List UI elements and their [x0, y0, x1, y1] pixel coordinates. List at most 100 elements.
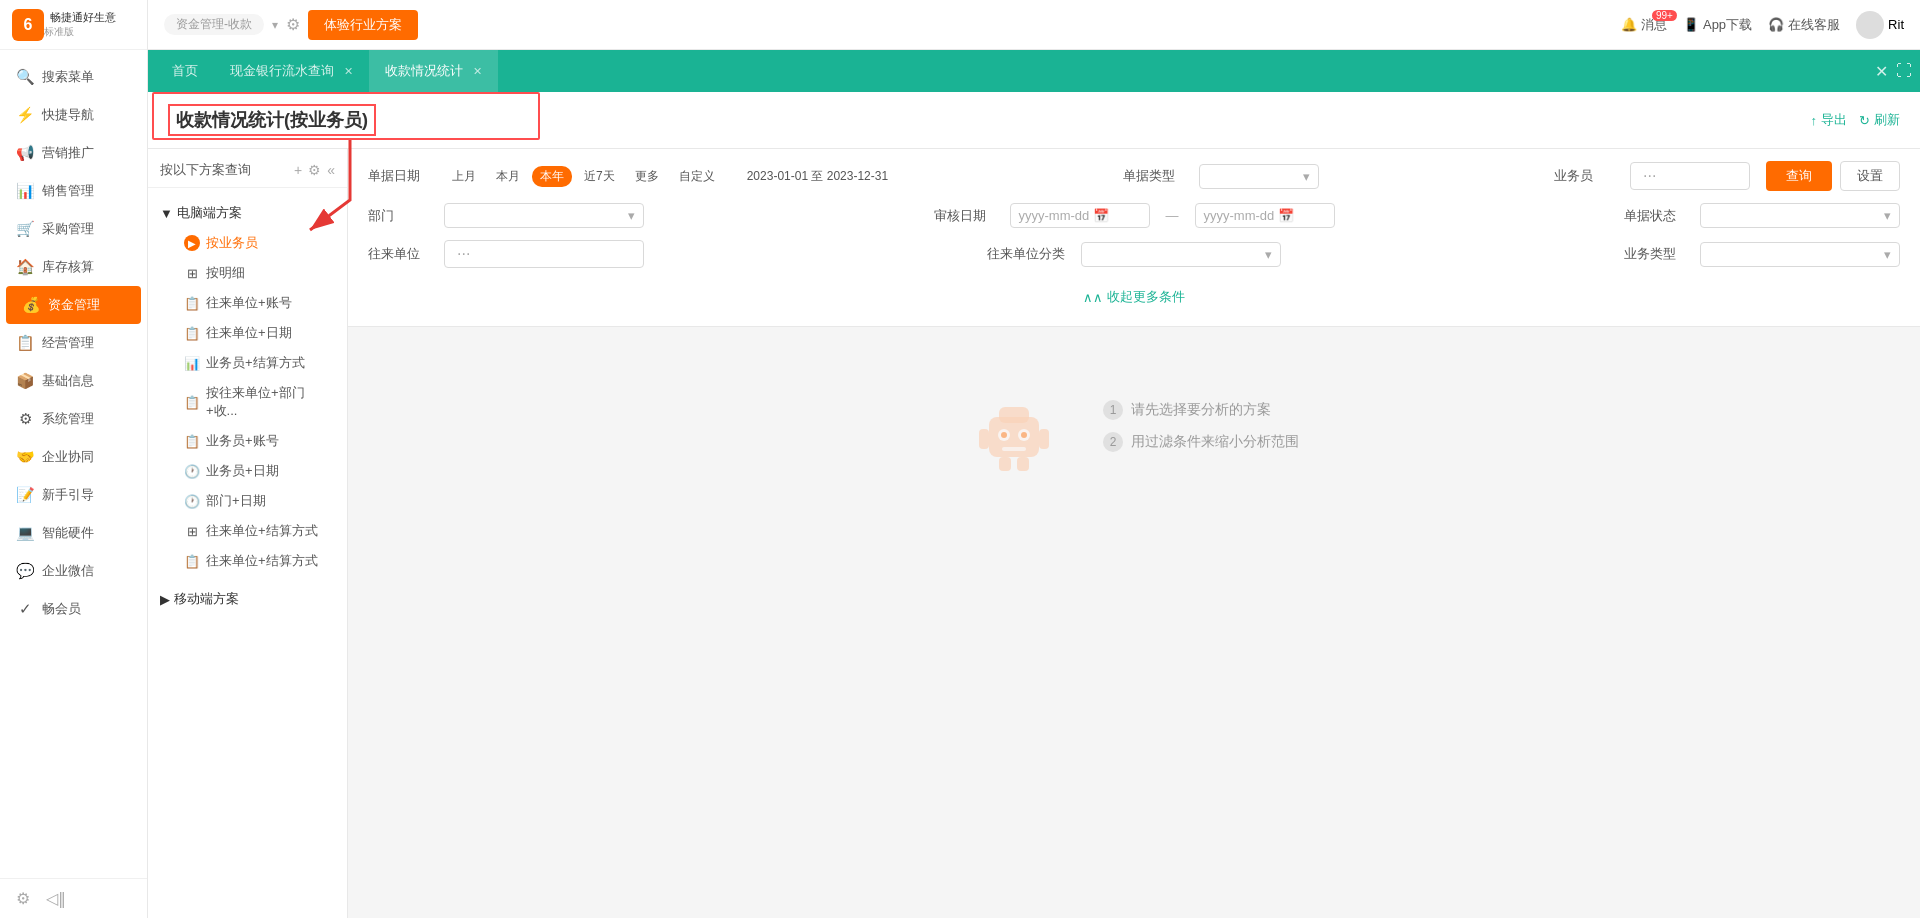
sidebar-item-corp[interactable]: 🤝 企业协同	[0, 438, 147, 476]
scheme-by-detail[interactable]: ⊞ 按明细	[172, 258, 347, 288]
audit-start-placeholder: yyyy-mm-dd	[1019, 208, 1090, 223]
filter-row-3: 往来单位 ··· 往来单位分类 ▾ 业务类型 ▾	[368, 240, 1900, 268]
scheme-by-salesperson[interactable]: ▶ 按业务员	[172, 228, 347, 258]
calendar-end-icon[interactable]: 📅	[1278, 208, 1294, 223]
scheme-partner-dept[interactable]: 📋 按往来单位+部门+收...	[172, 378, 347, 426]
collapse-up-icon: ∧∧	[1083, 290, 1103, 305]
settings-bottom-icon[interactable]: ⚙	[16, 889, 30, 908]
scheme-salesperson-account[interactable]: 📋 业务员+账号	[172, 426, 347, 456]
online-service-button[interactable]: 🎧 在线客服	[1768, 16, 1840, 34]
close-window-icon[interactable]: ✕	[1875, 62, 1888, 81]
sidebar-item-inventory[interactable]: 🏠 库存核算	[0, 248, 147, 286]
empty-state: 1 请先选择要分析的方案 2 用过滤条件来缩小分析范围	[348, 327, 1920, 537]
sidebar-item-member[interactable]: ✓ 畅会员	[0, 590, 147, 628]
doc-type-select[interactable]: ▾	[1199, 164, 1319, 189]
header-right: 🔔 消息 99+ 📱 App下载 🎧 在线客服 Rit	[1621, 11, 1904, 39]
biz-type-select[interactable]: ▾	[1700, 242, 1900, 267]
desktop-items: ▶ 按业务员 ⊞ 按明细 📋 往来单位+账号 📋 往来单位+日期	[148, 228, 347, 576]
salesperson-account-icon: 📋	[184, 433, 200, 449]
empty-step-2: 2 用过滤条件来缩小分析范围	[1103, 432, 1299, 452]
trial-button[interactable]: 体验行业方案	[308, 10, 418, 40]
audit-end-input[interactable]: yyyy-mm-dd 📅	[1195, 203, 1335, 228]
salesperson-label: 业务员	[1554, 167, 1614, 185]
collapse-sidebar-icon[interactable]: ◁‖	[46, 889, 66, 908]
scheme-partner-date[interactable]: 📋 往来单位+日期	[172, 318, 347, 348]
sidebar-item-marketing[interactable]: 📢 营销推广	[0, 134, 147, 172]
add-scheme-icon[interactable]: +	[294, 162, 302, 178]
date-tab-thisyear[interactable]: 本年	[532, 166, 572, 187]
partner-category-select[interactable]: ▾	[1081, 242, 1281, 267]
dept-date-icon: 🕐	[184, 493, 200, 509]
app-download-button[interactable]: 📱 App下载	[1683, 16, 1752, 34]
svg-rect-6	[1002, 447, 1026, 451]
scheme-partner-account[interactable]: 📋 往来单位+账号	[172, 288, 347, 318]
partner-settle1-icon: ⊞	[184, 523, 200, 539]
scheme-dept-date-label: 部门+日期	[206, 492, 266, 510]
app-download-label: App下载	[1703, 16, 1752, 34]
partner-select[interactable]: ···	[444, 240, 644, 268]
partner-account-icon: 📋	[184, 295, 200, 311]
breadcrumb-chevron-icon[interactable]: ▾	[272, 18, 278, 32]
scheme-partner-settle1[interactable]: ⊞ 往来单位+结算方式	[172, 516, 347, 546]
user-name: Rit	[1888, 17, 1904, 32]
desktop-section-header[interactable]: ▼ 电脑端方案	[148, 198, 347, 228]
sidebar-item-wechat[interactable]: 💬 企业微信	[0, 552, 147, 590]
doc-status-select[interactable]: ▾	[1700, 203, 1900, 228]
date-tab-custom[interactable]: 自定义	[671, 166, 723, 187]
empty-robot-image	[969, 387, 1059, 477]
sidebar-item-hardware[interactable]: 💻 智能硬件	[0, 514, 147, 552]
scheme-salesperson-label: 按业务员	[206, 234, 258, 252]
collapse-bar[interactable]: ∧∧ 收起更多条件	[368, 280, 1900, 314]
date-tab-more[interactable]: 更多	[627, 166, 667, 187]
calendar-start-icon[interactable]: 📅	[1093, 208, 1109, 223]
salesperson-more-icon[interactable]: ···	[1643, 167, 1656, 185]
sidebar-item-guide[interactable]: 📝 新手引导	[0, 476, 147, 514]
user-avatar[interactable]: Rit	[1856, 11, 1904, 39]
sidebar-item-business[interactable]: 📋 经营管理	[0, 324, 147, 362]
header-gear-icon[interactable]: ⚙	[286, 15, 300, 34]
maximize-window-icon[interactable]: ⛶	[1896, 62, 1912, 80]
tab-cashflow[interactable]: 现金银行流水查询 ✕	[214, 50, 369, 92]
sidebar-item-system[interactable]: ⚙ 系统管理	[0, 400, 147, 438]
marketing-icon: 📢	[16, 144, 34, 162]
svg-rect-10	[1017, 457, 1029, 471]
salesperson-select[interactable]: ···	[1630, 162, 1750, 190]
tab-home[interactable]: 首页	[156, 50, 214, 92]
active-indicator: ▶	[184, 235, 200, 251]
mobile-section-header[interactable]: ▶ 移动端方案	[148, 584, 347, 614]
cashflow-tab-close-icon[interactable]: ✕	[344, 65, 353, 78]
sidebar-item-sales[interactable]: 📊 销售管理	[0, 172, 147, 210]
sidebar-item-quicknav[interactable]: ⚡ 快捷导航	[0, 96, 147, 134]
date-tab-thismonth[interactable]: 本月	[488, 166, 528, 187]
sidebar-item-finance[interactable]: 💰 资金管理	[6, 286, 141, 324]
query-button[interactable]: 查询	[1766, 161, 1832, 191]
receipts-tab-close-icon[interactable]: ✕	[473, 65, 482, 78]
collapse-panel-icon[interactable]: «	[327, 162, 335, 178]
scheme-salesperson-date[interactable]: 🕐 业务员+日期	[172, 456, 347, 486]
left-panel: 按以下方案查询 + ⚙ « ▼ 电脑端方案 ▶ 按业务员	[148, 149, 348, 918]
partner-label: 往来单位	[368, 245, 428, 263]
dept-select[interactable]: ▾	[444, 203, 644, 228]
messages-button[interactable]: 🔔 消息 99+	[1621, 16, 1667, 34]
headset-icon: 🎧	[1768, 17, 1784, 32]
scheme-partner-settle2[interactable]: 📋 往来单位+结算方式	[172, 546, 347, 576]
date-tab-lastmonth[interactable]: 上月	[444, 166, 484, 187]
export-button[interactable]: ↑ 导出	[1811, 111, 1848, 129]
refresh-button[interactable]: ↻ 刷新	[1859, 111, 1900, 129]
scheme-dept-date[interactable]: 🕐 部门+日期	[172, 486, 347, 516]
sidebar-item-search[interactable]: 🔍 搜索菜单	[0, 58, 147, 96]
svg-rect-8	[1039, 429, 1049, 449]
partner-dept-icon: 📋	[184, 394, 200, 410]
sidebar-item-purchase[interactable]: 🛒 采购管理	[0, 210, 147, 248]
audit-start-input[interactable]: yyyy-mm-dd 📅	[1010, 203, 1150, 228]
sidebar: 6 畅捷通好生意 标准版 🔍 搜索菜单 ⚡ 快捷导航 📢 营销推广 📊 销售管理…	[0, 0, 148, 918]
date-tab-7days[interactable]: 近7天	[576, 166, 623, 187]
settings-button[interactable]: 设置	[1840, 161, 1900, 191]
scheme-salesperson-settle[interactable]: 📊 业务员+结算方式	[172, 348, 347, 378]
empty-steps: 1 请先选择要分析的方案 2 用过滤条件来缩小分析范围	[1103, 400, 1299, 464]
tab-receipts[interactable]: 收款情况统计 ✕	[369, 50, 498, 92]
sidebar-item-basic[interactable]: 📦 基础信息	[0, 362, 147, 400]
setting-scheme-icon[interactable]: ⚙	[308, 162, 321, 178]
partner-more-icon[interactable]: ···	[457, 245, 470, 263]
bell-icon: 🔔	[1621, 17, 1637, 32]
